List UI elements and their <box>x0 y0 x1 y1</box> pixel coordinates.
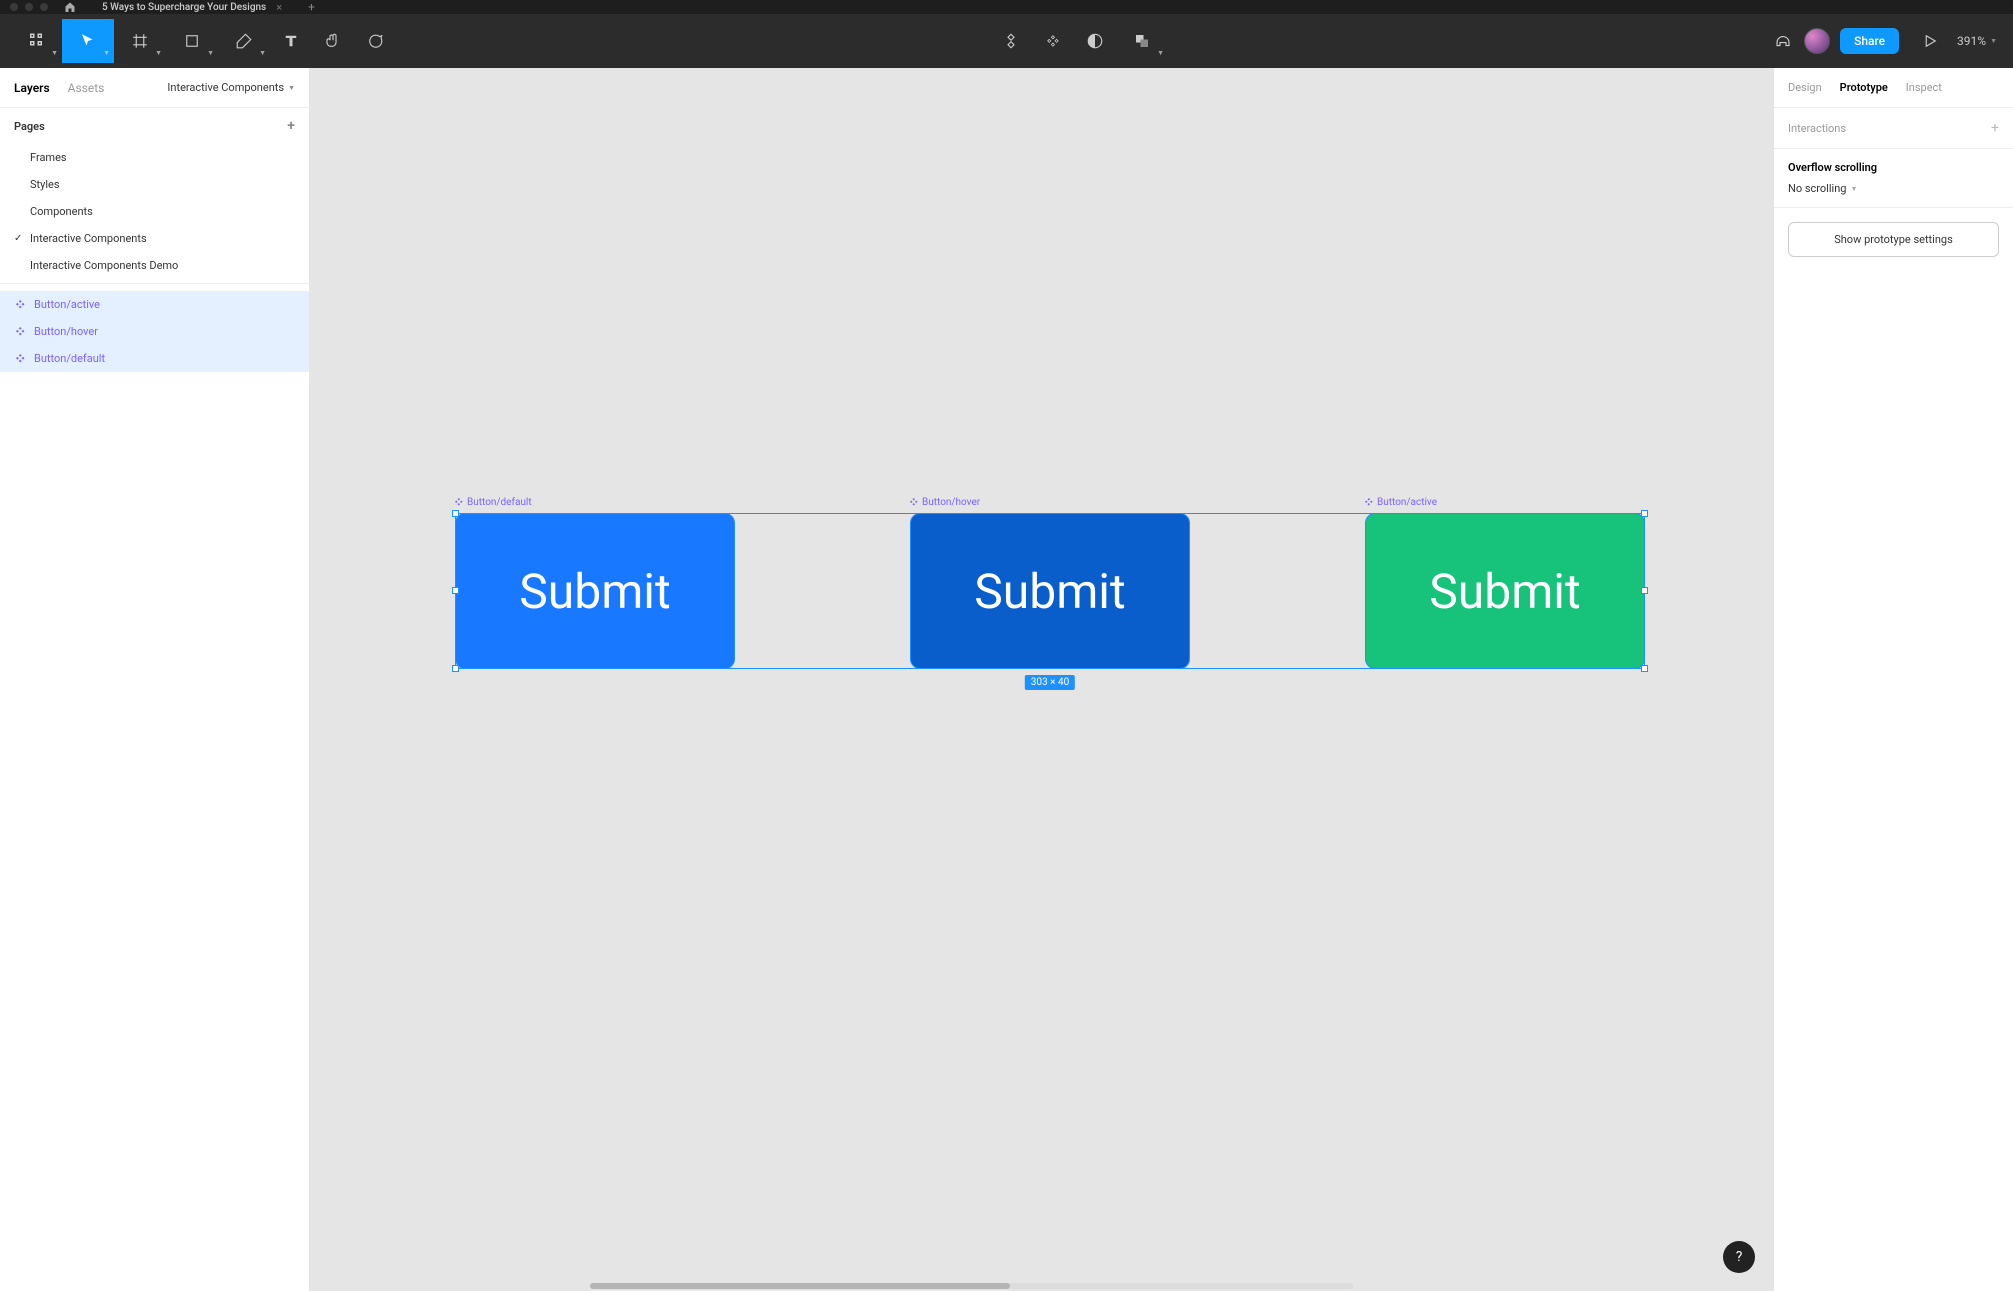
main-menu-button[interactable]: ▼ <box>10 19 62 63</box>
component-frame-label[interactable]: Button/active <box>1365 497 1437 508</box>
page-item[interactable]: Interactive Components Demo <box>0 252 309 279</box>
left-panel: Layers Assets Interactive Components ▼ P… <box>0 68 310 1291</box>
pages-header: Pages <box>14 120 45 133</box>
page-item-label: Frames <box>30 151 67 164</box>
page-item[interactable]: Frames <box>0 144 309 171</box>
titlebar: 5 Ways to Supercharge Your Designs × + <box>0 0 2013 14</box>
add-page-button[interactable]: + <box>287 118 295 134</box>
chevron-down-icon: ▼ <box>288 84 295 92</box>
page-item-label: Styles <box>30 178 60 191</box>
layers-list: Button/active Button/hover Button/defaul… <box>0 291 309 372</box>
layer-item[interactable]: Button/hover <box>0 318 309 345</box>
overflow-scrolling-title: Overflow scrolling <box>1788 161 1999 174</box>
selection-handle[interactable] <box>1641 587 1648 594</box>
scrollbar-thumb[interactable] <box>590 1283 1010 1289</box>
present-play-icon[interactable] <box>1909 19 1951 63</box>
page-picker[interactable]: Interactive Components ▼ <box>167 81 295 94</box>
right-panel: Design Prototype Inspect Interactions + … <box>1773 68 2013 1291</box>
text-tool-button[interactable] <box>270 19 312 63</box>
toolbar: ▼ ▼ ▼ ▼ ▼ <box>0 14 2013 68</box>
layer-item-label: Button/hover <box>34 325 98 338</box>
boolean-ops-icon[interactable]: ▼ <box>1116 19 1168 63</box>
show-prototype-settings-button[interactable]: Show prototype settings <box>1788 222 1999 257</box>
selection-handle[interactable] <box>452 587 459 594</box>
page-item[interactable]: Interactive Components <box>0 225 309 252</box>
component-icon <box>16 354 26 364</box>
chevron-down-icon: ▼ <box>155 49 162 57</box>
page-item[interactable]: Components <box>0 198 309 225</box>
assets-tab[interactable]: Assets <box>68 81 105 95</box>
prototype-tab[interactable]: Prototype <box>1840 81 1888 94</box>
shape-tool-button[interactable]: ▼ <box>166 19 218 63</box>
overflow-scrolling-select[interactable]: No scrolling ▼ <box>1788 182 1999 195</box>
zoom-level[interactable]: 391% ▼ <box>1951 34 2003 48</box>
chevron-down-icon: ▼ <box>259 49 266 57</box>
chevron-down-icon: ▼ <box>1157 49 1164 57</box>
pen-tool-button[interactable]: ▼ <box>218 19 270 63</box>
move-tool-button[interactable]: ▼ <box>62 19 114 63</box>
comment-tool-button[interactable] <box>354 19 396 63</box>
inspect-tab[interactable]: Inspect <box>1906 81 1942 94</box>
design-tab[interactable]: Design <box>1788 81 1822 94</box>
page-item[interactable]: Styles <box>0 171 309 198</box>
frame-tool-button[interactable]: ▼ <box>114 19 166 63</box>
file-tab-close-icon[interactable]: × <box>276 1 282 14</box>
selection-dimensions-badge: 303 × 40 <box>1025 675 1075 690</box>
chevron-down-icon: ▼ <box>1850 185 1857 193</box>
share-button[interactable]: Share <box>1840 28 1899 54</box>
page-item-label: Interactive Components <box>30 232 147 245</box>
selection-handle[interactable] <box>1641 510 1648 517</box>
hand-tool-button[interactable] <box>312 19 354 63</box>
traffic-close[interactable] <box>10 3 18 11</box>
pages-list: Frames Styles Components Interactive Com… <box>0 144 309 279</box>
component-frame-label[interactable]: Button/hover <box>910 497 980 508</box>
user-avatar[interactable] <box>1804 28 1830 54</box>
component-create-icon[interactable] <box>990 19 1032 63</box>
traffic-max[interactable] <box>40 3 48 11</box>
zoom-label: 391% <box>1957 34 1986 48</box>
file-tab-title: 5 Ways to Supercharge Your Designs <box>102 2 266 13</box>
chevron-down-icon: ▼ <box>207 49 214 57</box>
chevron-down-icon: ▼ <box>1990 37 1997 45</box>
layer-item[interactable]: Button/default <box>0 345 309 372</box>
chevron-down-icon: ▼ <box>51 49 58 57</box>
add-tab-button[interactable]: + <box>300 0 323 14</box>
canvas-scrollbar-horizontal[interactable] <box>590 1283 1353 1289</box>
help-icon: ? <box>1736 1249 1743 1265</box>
page-picker-label: Interactive Components <box>167 81 284 94</box>
selection-handle[interactable] <box>452 510 459 517</box>
selection-handle[interactable] <box>1641 665 1648 672</box>
selection-bounding-box[interactable]: 303 × 40 <box>455 513 1645 669</box>
file-tab[interactable]: 5 Ways to Supercharge Your Designs × <box>92 0 292 14</box>
layer-item[interactable]: Button/active <box>0 291 309 318</box>
audio-chat-icon[interactable] <box>1762 19 1804 63</box>
selection-handle[interactable] <box>452 665 459 672</box>
add-interaction-button[interactable]: + <box>1991 120 1999 136</box>
component-icon <box>16 300 26 310</box>
component-icon <box>16 327 26 337</box>
component-frame-label[interactable]: Button/default <box>455 497 532 508</box>
canvas[interactable]: Button/defaultSubmitButton/hoverSubmitBu… <box>310 68 1773 1291</box>
page-item-label: Components <box>30 205 93 218</box>
layers-tab[interactable]: Layers <box>14 81 50 95</box>
layer-item-label: Button/active <box>34 298 100 311</box>
window-traffic-lights <box>10 3 48 11</box>
chevron-down-icon: ▼ <box>103 49 110 57</box>
home-tab-icon[interactable] <box>56 1 84 13</box>
traffic-min[interactable] <box>25 3 33 11</box>
component-set-icon[interactable] <box>1032 19 1074 63</box>
interactions-label: Interactions <box>1788 122 1846 135</box>
overflow-scrolling-value: No scrolling <box>1788 182 1846 195</box>
page-item-label: Interactive Components Demo <box>30 259 178 272</box>
layer-item-label: Button/default <box>34 352 105 365</box>
mask-icon[interactable] <box>1074 19 1116 63</box>
help-button[interactable]: ? <box>1723 1241 1755 1273</box>
